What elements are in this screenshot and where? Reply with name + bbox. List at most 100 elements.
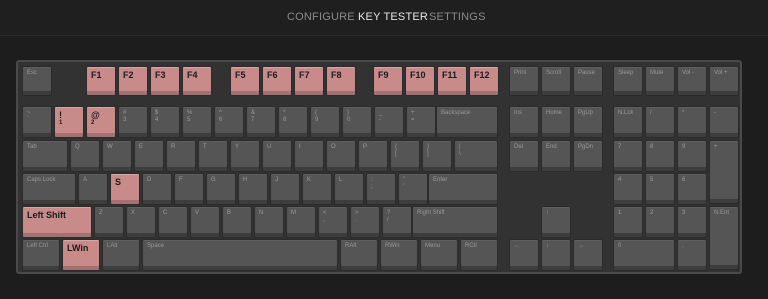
key-enter[interactable]: Enter bbox=[428, 173, 498, 205]
key-o[interactable]: O bbox=[326, 140, 356, 172]
key-pgdn[interactable]: PgDn bbox=[573, 140, 603, 172]
key-f[interactable]: F bbox=[174, 173, 204, 205]
key-u[interactable]: U bbox=[262, 140, 292, 172]
key-n6[interactable]: 6 bbox=[677, 173, 707, 205]
key-q[interactable]: Q bbox=[70, 140, 100, 172]
key-nadd[interactable]: + bbox=[709, 140, 739, 204]
key-k2[interactable]: @2 bbox=[86, 106, 116, 138]
key-k0[interactable]: ) 0 bbox=[342, 106, 372, 138]
key-esc[interactable]: Esc bbox=[22, 66, 52, 96]
key-k[interactable]: K bbox=[302, 173, 332, 205]
key-lwin[interactable]: LWin bbox=[62, 239, 100, 271]
key-ndot[interactable]: . bbox=[677, 239, 707, 271]
key-n4[interactable]: 4 bbox=[613, 173, 643, 205]
key-print[interactable]: Print bbox=[509, 66, 539, 96]
key-f12[interactable]: F12 bbox=[469, 66, 499, 96]
key-d[interactable]: D bbox=[142, 173, 172, 205]
key-semicolon[interactable]: :; bbox=[366, 173, 396, 205]
key-ins[interactable]: Ins bbox=[509, 106, 539, 138]
key-m[interactable]: M bbox=[286, 206, 316, 238]
key-tab[interactable]: Tab bbox=[22, 140, 68, 172]
key-g[interactable]: G bbox=[206, 173, 236, 205]
key-period[interactable]: >. bbox=[350, 206, 380, 238]
tab-key-tester[interactable]: KEY TESTER bbox=[358, 11, 428, 23]
key-k9[interactable]: (9 bbox=[310, 106, 340, 138]
key-n5[interactable]: 5 bbox=[645, 173, 675, 205]
key-f5[interactable]: F5 bbox=[230, 66, 260, 96]
key-k1[interactable]: ! 1 bbox=[54, 106, 84, 138]
key-i[interactable]: I bbox=[294, 140, 324, 172]
key-n[interactable]: N bbox=[254, 206, 284, 238]
tab-configure[interactable]: CONFIGURE bbox=[287, 11, 355, 23]
key-lshift[interactable]: Left Shift bbox=[22, 206, 92, 238]
key-ralt[interactable]: RAlt bbox=[340, 239, 378, 271]
key-ndiv[interactable]: / bbox=[645, 106, 675, 138]
key-mute[interactable]: Mute bbox=[645, 66, 675, 96]
key-n9[interactable]: 9 bbox=[677, 140, 707, 172]
key-equal[interactable]: + = bbox=[406, 106, 436, 138]
key-t[interactable]: T bbox=[198, 140, 228, 172]
key-n3[interactable]: 3 bbox=[677, 206, 707, 238]
key-lalt[interactable]: LAlt bbox=[102, 239, 140, 271]
key-left[interactable]: ← bbox=[509, 239, 539, 271]
key-rwin[interactable]: RWin bbox=[380, 239, 418, 271]
key-r[interactable]: R bbox=[166, 140, 196, 172]
key-rbracket[interactable]: }] bbox=[422, 140, 452, 172]
key-b[interactable]: B bbox=[222, 206, 252, 238]
key-n7[interactable]: 7 bbox=[613, 140, 643, 172]
key-k3[interactable]: #3 bbox=[118, 106, 148, 138]
key-up[interactable]: ↑ bbox=[541, 206, 571, 238]
key-pgup[interactable]: PgUp bbox=[573, 106, 603, 138]
key-numlock[interactable]: N.Lck bbox=[613, 106, 643, 138]
key-comma[interactable]: <, bbox=[318, 206, 348, 238]
key-menu[interactable]: Menu bbox=[420, 239, 458, 271]
key-z[interactable]: Z bbox=[94, 206, 124, 238]
key-n2[interactable]: 2 bbox=[645, 206, 675, 238]
key-k4[interactable]: $4 bbox=[150, 106, 180, 138]
key-f6[interactable]: F6 bbox=[262, 66, 292, 96]
key-f9[interactable]: F9 bbox=[373, 66, 403, 96]
key-k8[interactable]: * 8 bbox=[278, 106, 308, 138]
key-h[interactable]: H bbox=[238, 173, 268, 205]
key-caps[interactable]: Caps Lock bbox=[22, 173, 76, 205]
key-backspace[interactable]: Backspace bbox=[436, 106, 498, 138]
key-p[interactable]: P bbox=[358, 140, 388, 172]
key-home[interactable]: Home bbox=[541, 106, 571, 138]
key-nenter[interactable]: N.Ent bbox=[709, 206, 739, 270]
key-w[interactable]: W bbox=[102, 140, 132, 172]
key-n8[interactable]: 8 bbox=[645, 140, 675, 172]
key-rctrl[interactable]: RCtl bbox=[460, 239, 498, 271]
key-l[interactable]: L bbox=[334, 173, 364, 205]
key-c[interactable]: C bbox=[158, 206, 188, 238]
key-f1[interactable]: F1 bbox=[86, 66, 116, 96]
key-del[interactable]: Del bbox=[509, 140, 539, 172]
key-volup[interactable]: Vol + bbox=[709, 66, 739, 96]
key-y[interactable]: Y bbox=[230, 140, 260, 172]
key-end[interactable]: End bbox=[541, 140, 571, 172]
key-nmul[interactable]: * bbox=[677, 106, 707, 138]
key-a[interactable]: A bbox=[78, 173, 108, 205]
key-v[interactable]: V bbox=[190, 206, 220, 238]
key-lctrl[interactable]: Left Ctrl bbox=[22, 239, 60, 271]
key-s[interactable]: S bbox=[110, 173, 140, 205]
key-j[interactable]: J bbox=[270, 173, 300, 205]
key-k6[interactable]: ^ 6 bbox=[214, 106, 244, 138]
key-rshift[interactable]: Right Shift bbox=[412, 206, 498, 238]
key-voldown[interactable]: Vol - bbox=[677, 66, 707, 96]
key-slash[interactable]: ? / bbox=[382, 206, 412, 238]
key-right[interactable]: → bbox=[573, 239, 603, 271]
key-space[interactable]: Space bbox=[142, 239, 338, 271]
key-f11[interactable]: F11 bbox=[437, 66, 467, 96]
key-nsub[interactable]: - bbox=[709, 106, 739, 138]
key-k5[interactable]: % 5 bbox=[182, 106, 212, 138]
key-sleep[interactable]: Sleep bbox=[613, 66, 643, 96]
key-f3[interactable]: F3 bbox=[150, 66, 180, 96]
key-n0[interactable]: 0 bbox=[613, 239, 675, 271]
key-f7[interactable]: F7 bbox=[294, 66, 324, 96]
tab-settings[interactable]: SETTINGS bbox=[429, 11, 486, 23]
key-e[interactable]: E bbox=[134, 140, 164, 172]
key-grave[interactable]: ~ ` bbox=[22, 106, 52, 138]
key-n1[interactable]: 1 bbox=[613, 206, 643, 238]
key-f10[interactable]: F10 bbox=[405, 66, 435, 96]
key-f4[interactable]: F4 bbox=[182, 66, 212, 96]
